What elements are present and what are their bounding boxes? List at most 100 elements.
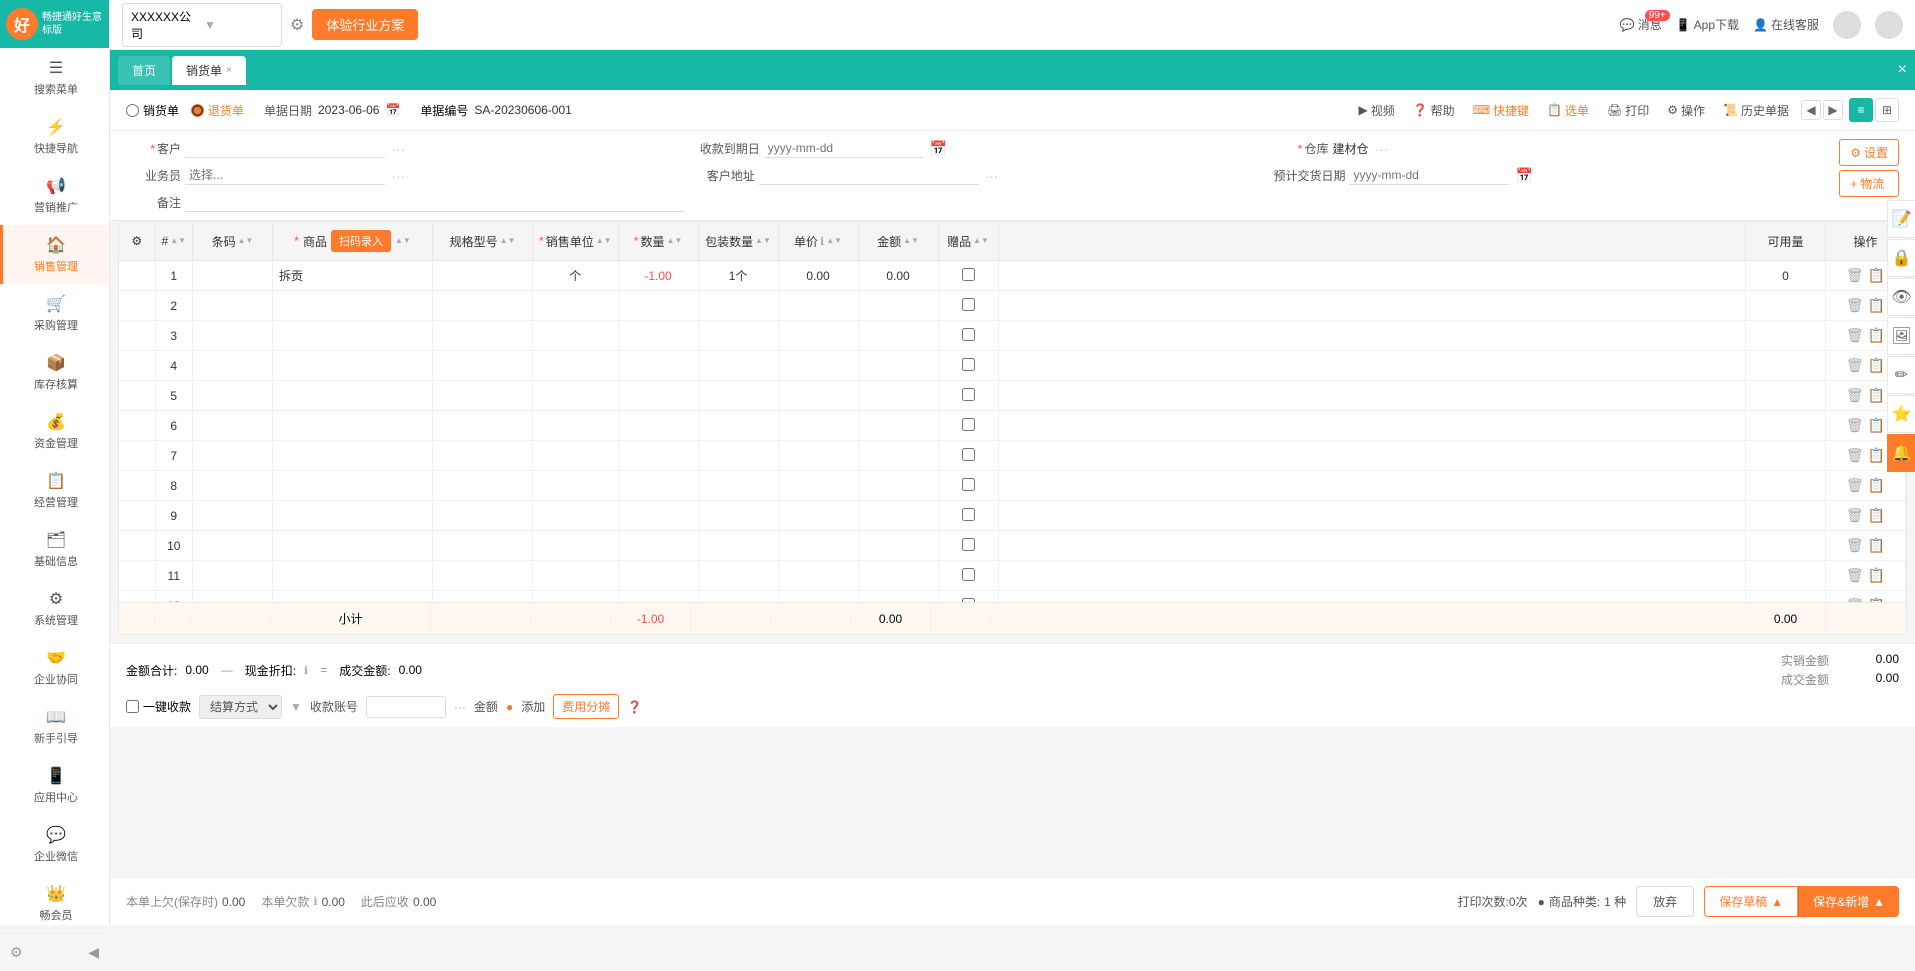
trial-btn[interactable]: 体验行业方案 [312, 9, 418, 40]
nav-prev-btn[interactable]: ◀ [1801, 100, 1821, 120]
row-qty-cell[interactable] [618, 501, 698, 531]
row-unit-price-cell[interactable] [778, 441, 858, 471]
nav-next-btn[interactable]: ▶ [1823, 100, 1843, 120]
delivery-date-input[interactable] [1349, 166, 1509, 185]
row-amount-cell[interactable] [858, 561, 938, 591]
action-operate-btn[interactable]: ⚙ 操作 [1661, 100, 1711, 121]
view-list-btn[interactable]: ≡ [1849, 98, 1873, 122]
sidebar-item-inventory[interactable]: 📦 库存核算 [0, 343, 109, 402]
row-product-cell[interactable]: 拆贡 [273, 261, 433, 291]
row-qty-cell[interactable] [618, 411, 698, 441]
row-gift-checkbox[interactable] [962, 298, 975, 311]
row-qty-cell[interactable] [618, 441, 698, 471]
row-delete-icon[interactable]: 🗑 [1846, 297, 1864, 314]
row-amount-cell[interactable] [858, 321, 938, 351]
sidebar-collapse-btn[interactable]: ◀ [88, 944, 99, 961]
row-spec-cell[interactable] [433, 441, 533, 471]
rfp-edit-btn[interactable]: ✏ [1887, 356, 1915, 394]
row-spec-cell[interactable] [433, 501, 533, 531]
row-delete-icon[interactable]: 🗑 [1846, 507, 1864, 524]
row-spec-cell[interactable] [433, 471, 533, 501]
row-spec-cell[interactable] [433, 321, 533, 351]
row-delete-icon[interactable]: 🗑 [1846, 327, 1864, 344]
row-product-cell[interactable] [273, 561, 433, 591]
action-help-btn[interactable]: ❓ 帮助 [1407, 100, 1461, 121]
row-gift-cell[interactable] [938, 501, 998, 531]
due-date-calendar-icon[interactable]: 📅 [930, 140, 947, 157]
row-product-cell[interactable] [273, 291, 433, 321]
row-delete-icon[interactable]: 🗑 [1846, 597, 1864, 602]
row-amount-cell[interactable] [858, 411, 938, 441]
unit-price-info-icon[interactable]: ℹ [820, 235, 824, 248]
row-gift-checkbox[interactable] [962, 328, 975, 341]
discount-info-icon[interactable]: ℹ [304, 664, 308, 677]
row-gift-cell[interactable] [938, 531, 998, 561]
row-amount-cell[interactable] [858, 381, 938, 411]
row-unit-price-cell[interactable] [778, 471, 858, 501]
row-qty-cell[interactable] [618, 561, 698, 591]
row-copy-icon[interactable]: 📋 [1868, 387, 1885, 404]
row-amount-cell[interactable] [858, 501, 938, 531]
sidebar-item-system[interactable]: ⚙ 系统管理 [0, 579, 109, 638]
row-product-cell[interactable] [273, 531, 433, 561]
row-spec-cell[interactable] [433, 381, 533, 411]
row-qty-cell[interactable] [618, 321, 698, 351]
sidebar-item-finance[interactable]: 💰 资金管理 [0, 402, 109, 461]
row-copy-icon[interactable]: 📋 [1868, 507, 1885, 524]
row-unit-price-cell[interactable] [778, 321, 858, 351]
logistics-panel-btn[interactable]: + 物流 [1839, 170, 1899, 197]
row-unit-cell[interactable] [533, 531, 619, 561]
remarks-input[interactable] [185, 193, 685, 212]
one-click-payment-input[interactable] [126, 700, 139, 713]
row-gift-checkbox[interactable] [962, 358, 975, 371]
row-unit-price-cell[interactable] [778, 411, 858, 441]
sidebar-item-purchase[interactable]: 🛒 采购管理 [0, 284, 109, 343]
row-delete-icon[interactable]: 🗑 [1846, 417, 1864, 434]
row-unit-price-cell[interactable]: 0.00 [778, 261, 858, 291]
sidebar-item-quick-nav[interactable]: ⚡ 快捷导航 [0, 107, 109, 166]
row-product-cell[interactable] [273, 411, 433, 441]
rfp-image-btn[interactable]: 🖼 [1887, 317, 1915, 355]
row-pack-qty-cell[interactable] [698, 591, 778, 603]
row-product-cell[interactable] [273, 441, 433, 471]
row-unit-cell[interactable] [533, 501, 619, 531]
row-product-cell[interactable] [273, 321, 433, 351]
scan-btn[interactable]: 扫码录入 [331, 230, 391, 252]
row-spec-cell[interactable] [433, 561, 533, 591]
row-unit-cell[interactable] [533, 471, 619, 501]
radio-return[interactable]: 退货单 [191, 102, 244, 119]
customer-address-input[interactable] [759, 166, 979, 185]
row-amount-cell[interactable] [858, 351, 938, 381]
row-gift-checkbox[interactable] [962, 448, 975, 461]
settlement-dropdown-icon[interactable]: ▼ [290, 700, 302, 714]
customer-input[interactable] [185, 139, 385, 158]
view-grid-btn[interactable]: ⊞ [1875, 98, 1899, 122]
row-spec-cell[interactable] [433, 531, 533, 561]
rfp-notes-btn[interactable]: 📝 [1887, 200, 1915, 238]
abandon-btn[interactable]: 放弃 [1636, 886, 1694, 917]
row-pack-qty-cell[interactable] [698, 441, 778, 471]
row-pack-qty-cell[interactable] [698, 471, 778, 501]
row-copy-icon[interactable]: 📋 [1868, 567, 1885, 584]
save-new-btn[interactable]: 保存&新增 ▲ [1798, 886, 1899, 917]
sidebar-item-appstore[interactable]: 📱 应用中心 [0, 756, 109, 815]
row-gift-checkbox[interactable] [962, 568, 975, 581]
row-qty-cell[interactable] [618, 471, 698, 501]
sidebar-item-member[interactable]: 👑 畅会员 [0, 874, 109, 933]
row-gift-checkbox[interactable] [962, 538, 975, 551]
row-unit-cell[interactable] [533, 291, 619, 321]
row-amount-cell[interactable] [858, 291, 938, 321]
tab-close-all-btn[interactable]: × [1898, 61, 1907, 79]
radio-sale-input[interactable] [126, 104, 139, 117]
row-pack-qty-cell[interactable] [698, 561, 778, 591]
row-unit-price-cell[interactable] [778, 561, 858, 591]
row-unit-cell[interactable] [533, 321, 619, 351]
row-copy-icon[interactable]: 📋 [1868, 297, 1885, 314]
row-delete-icon[interactable]: 🗑 [1846, 357, 1864, 374]
row-pack-qty-cell[interactable] [698, 381, 778, 411]
tab-close-icon[interactable]: × [226, 65, 232, 76]
row-copy-icon[interactable]: 📋 [1868, 597, 1885, 602]
row-gift-cell[interactable] [938, 291, 998, 321]
action-select-btn[interactable]: 📋 选单 [1541, 100, 1595, 121]
radio-return-input[interactable] [191, 104, 204, 117]
